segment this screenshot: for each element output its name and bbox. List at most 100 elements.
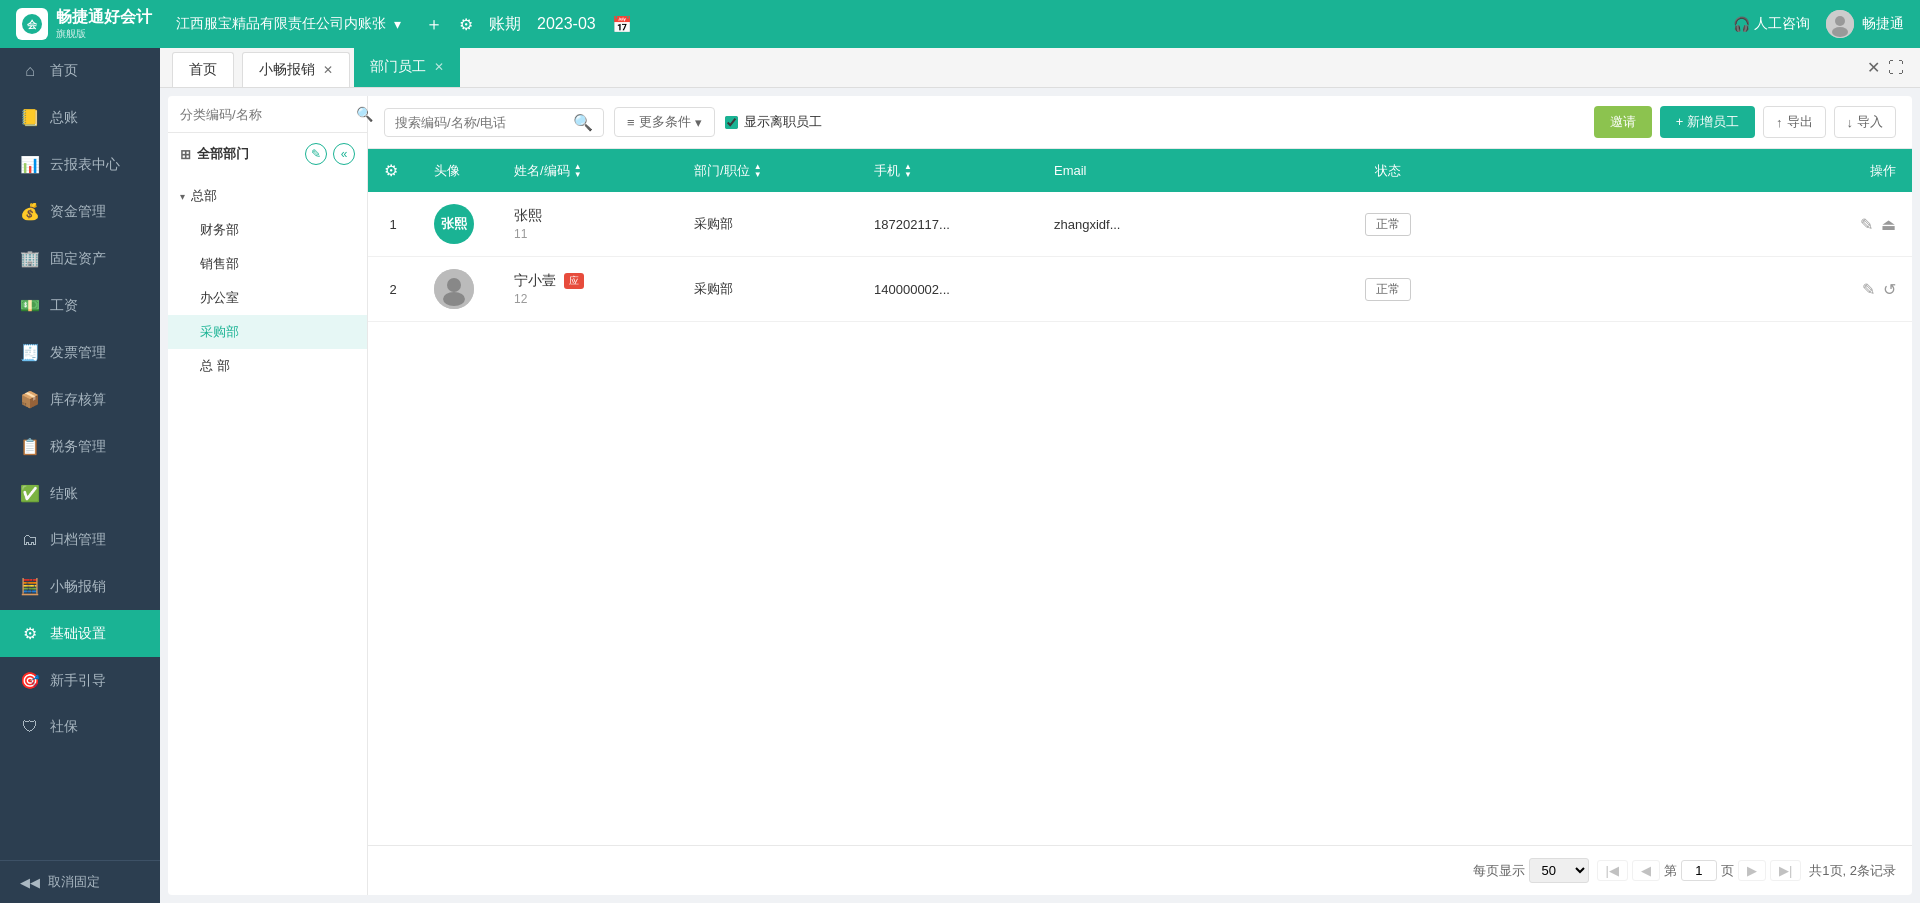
employee-search-input[interactable] bbox=[395, 115, 567, 130]
row-name-2: 宁小壹 应 12 bbox=[498, 257, 678, 322]
svg-point-6 bbox=[447, 278, 461, 292]
sidebar-item-closeout[interactable]: ✅ 结账 bbox=[0, 470, 160, 517]
sidebar-label-invoice: 发票管理 bbox=[50, 344, 106, 362]
sidebar-item-guide[interactable]: 🎯 新手引导 bbox=[0, 657, 160, 704]
dept-node-sales[interactable]: 销售部 bbox=[168, 247, 367, 281]
tab-maximize-button[interactable]: ⛶ bbox=[1888, 59, 1904, 77]
toolbar-right: 邀请 + 新增员工 ↑ 导出 ↓ 导入 bbox=[1594, 106, 1896, 138]
svg-point-7 bbox=[443, 292, 465, 306]
add-icon[interactable]: ＋ bbox=[425, 12, 443, 36]
dept-node-hq[interactable]: 总 部 bbox=[168, 349, 367, 383]
sidebar-unpin[interactable]: ◀◀ 取消固定 bbox=[0, 860, 160, 903]
dept-node-finance[interactable]: 财务部 bbox=[168, 213, 367, 247]
tab-expense[interactable]: 小畅报销 ✕ bbox=[242, 52, 350, 87]
sidebar-item-tax[interactable]: 📋 税务管理 bbox=[0, 423, 160, 470]
home-icon: ⌂ bbox=[20, 62, 40, 80]
col-name[interactable]: 姓名/编码 ▲▼ bbox=[498, 149, 678, 192]
invite-button[interactable]: 邀请 bbox=[1594, 106, 1652, 138]
sidebar-item-insurance[interactable]: 🛡 社保 bbox=[0, 704, 160, 750]
page-di-label: 第 bbox=[1664, 862, 1677, 880]
page-prev-button[interactable]: ◀ bbox=[1632, 860, 1660, 881]
export-button[interactable]: ↑ 导出 bbox=[1763, 106, 1826, 138]
employee-panel: 🔍 ≡ 更多条件 ▾ 显示离职员工 邀请 bbox=[368, 96, 1912, 895]
page-size-label: 每页显示 bbox=[1473, 862, 1525, 880]
page-size-dropdown[interactable]: 10 20 50 100 bbox=[1529, 858, 1589, 883]
tab-home[interactable]: 首页 bbox=[172, 52, 234, 87]
page-last-button[interactable]: ▶| bbox=[1770, 860, 1801, 881]
company-selector[interactable]: 江西服宝精品有限责任公司内账张 ▾ bbox=[176, 15, 401, 33]
sidebar-item-invoice[interactable]: 🧾 发票管理 bbox=[0, 329, 160, 376]
page-content: 🔍 ⊞ 全部部门 ✎ « ▾ 总部 bbox=[168, 96, 1912, 895]
sidebar-item-assets[interactable]: 🏢 固定资产 bbox=[0, 235, 160, 282]
service-area[interactable]: 🎧 人工咨询 bbox=[1733, 15, 1810, 33]
filter-dropdown-icon: ▾ bbox=[695, 115, 702, 130]
col-avatar: 头像 bbox=[418, 149, 498, 192]
period-value[interactable]: 2023-03 bbox=[537, 15, 596, 33]
sidebar-label-ledger: 总账 bbox=[50, 109, 78, 127]
avatar-2 bbox=[434, 269, 474, 309]
logo-text-area: 畅捷通好会计 旗舰版 bbox=[56, 7, 152, 40]
logout-button-1[interactable]: ⏏ bbox=[1881, 215, 1896, 234]
filter-button[interactable]: ≡ 更多条件 ▾ bbox=[614, 107, 715, 137]
sidebar-item-settings[interactable]: ⚙ 基础设置 bbox=[0, 610, 160, 657]
sidebar-item-reports[interactable]: 📊 云报表中心 bbox=[0, 141, 160, 188]
dept-node-office[interactable]: 办公室 bbox=[168, 281, 367, 315]
funds-icon: 💰 bbox=[20, 202, 40, 221]
sidebar: ⌂ 首页 📒 总账 📊 云报表中心 💰 资金管理 🏢 固定资产 💵 工资 🧾 发… bbox=[0, 48, 160, 903]
svg-text:会: 会 bbox=[26, 19, 38, 30]
edit-button-2[interactable]: ✎ bbox=[1862, 280, 1875, 299]
expense-icon: 🧮 bbox=[20, 577, 40, 596]
table-row: 2 bbox=[368, 257, 1912, 322]
emp-code-1: 11 bbox=[514, 227, 662, 241]
top-bar-right: 🎧 人工咨询 畅捷通 bbox=[1733, 10, 1904, 38]
tabs-bar: 首页 小畅报销 ✕ 部门员工 ✕ ✕ ⛶ bbox=[160, 48, 1920, 88]
sidebar-item-archive[interactable]: 🗂 归档管理 bbox=[0, 517, 160, 563]
dept-node-purchase[interactable]: 采购部 bbox=[168, 315, 367, 349]
sidebar-item-expense[interactable]: 🧮 小畅报销 bbox=[0, 563, 160, 610]
col-dept[interactable]: 部门/职位 ▲▼ bbox=[678, 149, 858, 192]
tab-dept-close-icon[interactable]: ✕ bbox=[434, 60, 444, 74]
page-input[interactable] bbox=[1681, 860, 1717, 881]
sidebar-item-inventory[interactable]: 📦 库存核算 bbox=[0, 376, 160, 423]
dept-node-parent[interactable]: ▾ 总部 bbox=[168, 179, 367, 213]
dept-node-label-finance: 财务部 bbox=[200, 221, 239, 239]
svg-point-3 bbox=[1835, 16, 1845, 26]
col-phone-label: 手机 bbox=[874, 162, 900, 180]
dropdown-arrow-icon: ▾ bbox=[394, 16, 401, 32]
page-first-button[interactable]: |◀ bbox=[1597, 860, 1628, 881]
add-employee-label: + 新增员工 bbox=[1676, 114, 1739, 129]
settings-icon[interactable]: ⚙ bbox=[459, 15, 473, 34]
sidebar-item-funds[interactable]: 💰 资金管理 bbox=[0, 188, 160, 235]
sidebar-label-insurance: 社保 bbox=[50, 718, 78, 736]
employee-search-icon[interactable]: 🔍 bbox=[573, 113, 593, 132]
row-index-2: 2 bbox=[368, 257, 418, 322]
tab-dept[interactable]: 部门员工 ✕ bbox=[354, 48, 460, 87]
row-name-1: 张熙 11 bbox=[498, 192, 678, 257]
user-area[interactable]: 畅捷通 bbox=[1826, 10, 1904, 38]
tab-expense-close-icon[interactable]: ✕ bbox=[323, 63, 333, 77]
logo-area: 会 畅捷通好会计 旗舰版 bbox=[16, 7, 176, 40]
calendar-icon[interactable]: 📅 bbox=[612, 15, 632, 34]
show-resigned-checkbox[interactable] bbox=[725, 116, 738, 129]
dept-collapse-button[interactable]: « bbox=[333, 143, 355, 165]
show-resigned-label[interactable]: 显示离职员工 bbox=[725, 113, 822, 131]
add-employee-button[interactable]: + 新增员工 bbox=[1660, 106, 1755, 138]
total-info: 共1页, 2条记录 bbox=[1809, 862, 1896, 880]
import-button[interactable]: ↓ 导入 bbox=[1834, 106, 1897, 138]
sidebar-item-home[interactable]: ⌂ 首页 bbox=[0, 48, 160, 94]
unpin-icon: ◀◀ bbox=[20, 875, 40, 890]
column-settings-button[interactable]: ⚙ bbox=[384, 161, 398, 180]
dept-edit-button[interactable]: ✎ bbox=[305, 143, 327, 165]
tab-close-window-button[interactable]: ✕ bbox=[1867, 58, 1880, 77]
page-next-button[interactable]: ▶ bbox=[1738, 860, 1766, 881]
row-email-2 bbox=[1038, 257, 1238, 322]
dept-search-input[interactable] bbox=[180, 107, 348, 122]
refresh-button-2[interactable]: ↺ bbox=[1883, 280, 1896, 299]
edit-button-1[interactable]: ✎ bbox=[1860, 215, 1873, 234]
col-phone[interactable]: 手机 ▲▼ bbox=[858, 149, 1038, 192]
sidebar-item-salary[interactable]: 💵 工资 bbox=[0, 282, 160, 329]
archive-icon: 🗂 bbox=[20, 531, 40, 549]
sidebar-item-ledger[interactable]: 📒 总账 bbox=[0, 94, 160, 141]
dept-panel: 🔍 ⊞ 全部部门 ✎ « ▾ 总部 bbox=[168, 96, 368, 895]
employee-search-box: 🔍 bbox=[384, 108, 604, 137]
